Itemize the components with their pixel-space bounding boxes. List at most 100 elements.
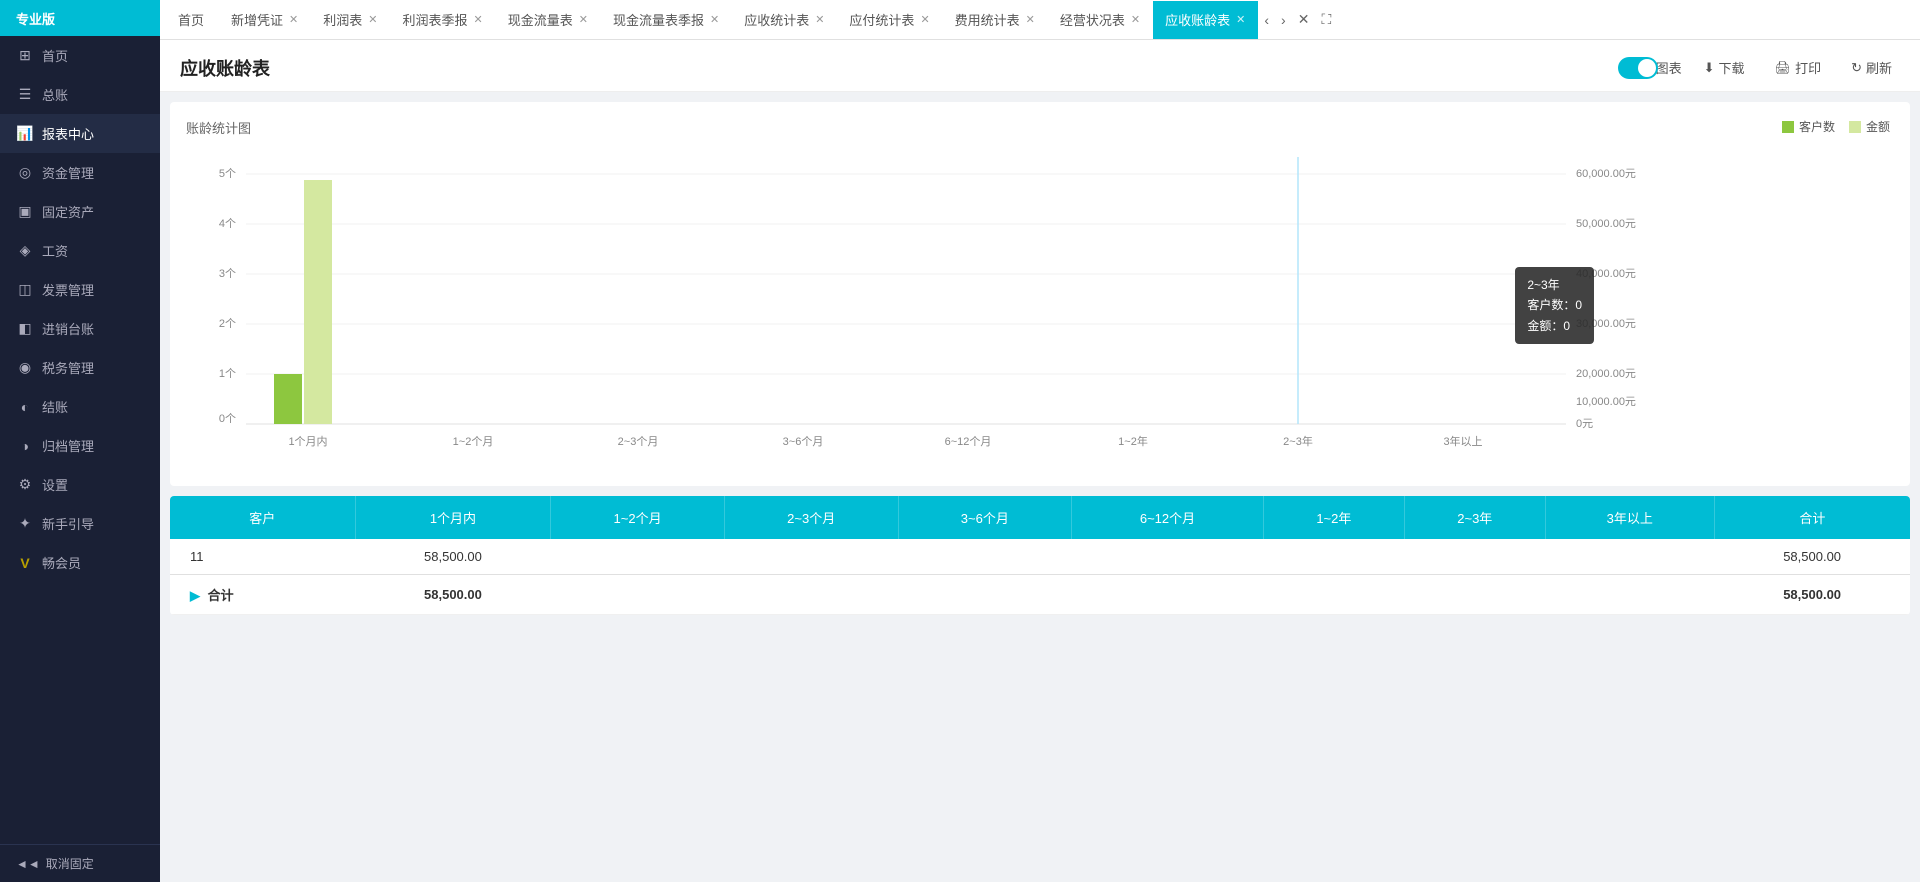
ledger-icon: ☰ [16, 86, 34, 103]
tab-ar-aging[interactable]: 应收账龄表 ✕ [1153, 1, 1258, 39]
close-profit[interactable]: ✕ [368, 13, 377, 26]
table-row: 11 58,500.00 58,500.00 [170, 539, 1910, 575]
print-icon: 🖨 [1775, 60, 1792, 76]
td-total-y1-2 [1263, 575, 1404, 615]
svg-text:1~2个月: 1~2个月 [453, 435, 494, 448]
td-total-total: 58,500.00 [1714, 575, 1910, 615]
th-total: 合计 [1714, 496, 1910, 539]
th-y1-2: 1~2年 [1263, 496, 1404, 539]
print-btn[interactable]: 🖨 打印 [1767, 54, 1830, 81]
tab-close-all-btn[interactable]: ✕ [1292, 11, 1316, 28]
sidebar-item-tax[interactable]: ◉ 税务管理 [0, 348, 160, 387]
sidebar-item-vip[interactable]: V 畅会员 [0, 543, 160, 582]
tab-expand-btn[interactable]: ⛶ [1315, 11, 1337, 28]
svg-text:20,000.00元: 20,000.00元 [1576, 368, 1636, 380]
download-btn[interactable]: ⬇ 下载 [1696, 54, 1753, 81]
home-icon: ⊞ [16, 47, 34, 64]
close-fee-stats[interactable]: ✕ [1026, 13, 1035, 26]
td-total-m3-6 [898, 575, 1072, 615]
th-y3-plus: 3年以上 [1545, 496, 1714, 539]
app-logo: 专业版 [0, 0, 160, 36]
sidebar-item-guide[interactable]: ✦ 新手引导 [0, 504, 160, 543]
close-ar-stats[interactable]: ✕ [815, 13, 824, 26]
close-ar-aging[interactable]: ✕ [1236, 13, 1245, 26]
sidebar-item-closing[interactable]: ◐ 结账 [0, 387, 160, 426]
td-total-label: ▶ 合计 [170, 575, 355, 615]
tab-prev-btn[interactable]: ‹ [1258, 12, 1275, 28]
th-y2-3: 2~3年 [1404, 496, 1545, 539]
th-customer: 客户 [170, 496, 355, 539]
tab-ap-stats[interactable]: 应付统计表 ✕ [837, 1, 942, 39]
chart-toggle[interactable] [1618, 57, 1658, 79]
th-m2-3: 2~3个月 [724, 496, 898, 539]
close-cashflow[interactable]: ✕ [579, 13, 588, 26]
tab-cashflow[interactable]: 现金流量表 ✕ [496, 1, 601, 39]
close-new-voucher[interactable]: ✕ [289, 13, 298, 26]
tab-business-status[interactable]: 经营状况表 ✕ [1048, 1, 1153, 39]
close-cashflow-quarterly[interactable]: ✕ [710, 13, 719, 26]
td-total-m6-12 [1072, 575, 1264, 615]
archive-icon: ◑ [16, 438, 34, 454]
tax-icon: ◉ [16, 359, 34, 376]
legend-customer: 客户数 [1782, 118, 1835, 135]
sidebar-item-assets[interactable]: ▣ 固定资产 [0, 192, 160, 231]
svg-text:6~12个月: 6~12个月 [945, 435, 992, 448]
tab-new-voucher[interactable]: 新增凭证 ✕ [219, 1, 311, 39]
tab-home[interactable]: 首页 [164, 1, 219, 39]
closing-icon: ◐ [16, 399, 34, 415]
close-business-status[interactable]: ✕ [1131, 13, 1140, 26]
svg-text:5个: 5个 [219, 167, 236, 180]
td-total-m2-3 [724, 575, 898, 615]
svg-text:3年以上: 3年以上 [1443, 434, 1482, 448]
chart-title: 账龄统计图 [186, 118, 1894, 137]
table-total-row: ▶ 合计 58,500.00 58,500.00 [170, 575, 1910, 615]
data-table: 客户 1个月内 1~2个月 2~3个月 3~6个月 6~12个月 1~2年 2~… [170, 496, 1910, 615]
legend-amount-dot [1849, 121, 1861, 133]
sidebar-item-funds[interactable]: ◎ 资金管理 [0, 153, 160, 192]
th-m3-6: 3~6个月 [898, 496, 1072, 539]
tab-cashflow-quarterly[interactable]: 现金流量表季报 ✕ [601, 1, 732, 39]
tab-profit[interactable]: 利润表 ✕ [311, 1, 390, 39]
svg-text:40,000.00元: 40,000.00元 [1576, 268, 1636, 280]
sidebar-item-settings[interactable]: ⚙ 设置 [0, 465, 160, 504]
refresh-icon: ↻ [1851, 60, 1862, 76]
td-m2-3 [724, 539, 898, 575]
sidebar-item-archive[interactable]: ◑ 归档管理 [0, 426, 160, 465]
sidebar-collapse-btn[interactable]: ◄◄ 取消固定 [0, 844, 160, 882]
refresh-btn[interactable]: ↻ 刷新 [1843, 54, 1900, 81]
close-profit-quarterly[interactable]: ✕ [474, 13, 483, 26]
svg-text:0个: 0个 [219, 412, 236, 425]
svg-text:2~3年: 2~3年 [1283, 434, 1313, 448]
tab-bar: 首页 新增凭证 ✕ 利润表 ✕ 利润表季报 ✕ 现金流量表 ✕ 现金流量表季报 … [160, 0, 1920, 40]
sidebar-item-reports[interactable]: 📊 报表中心 [0, 114, 160, 153]
svg-text:2~3个月: 2~3个月 [618, 435, 659, 448]
td-y2-3 [1404, 539, 1545, 575]
tab-ar-stats[interactable]: 应收统计表 ✕ [732, 1, 837, 39]
sidebar-item-salary[interactable]: ◈ 工资 [0, 231, 160, 270]
sidebar-item-ledger[interactable]: ☰ 总账 [0, 75, 160, 114]
tab-profit-quarterly[interactable]: 利润表季报 ✕ [390, 1, 495, 39]
td-m6-12 [1072, 539, 1264, 575]
chart-legend: 客户数 金额 [1782, 118, 1890, 135]
svg-text:3~6个月: 3~6个月 [783, 435, 824, 448]
td-total-y3-plus [1545, 575, 1714, 615]
table-header-row: 客户 1个月内 1~2个月 2~3个月 3~6个月 6~12个月 1~2年 2~… [170, 496, 1910, 539]
sidebar-item-invoice[interactable]: ◫ 发票管理 [0, 270, 160, 309]
td-m3-6 [898, 539, 1072, 575]
sidebar-item-stock[interactable]: ◧ 进销台账 [0, 309, 160, 348]
page-title: 应收账龄表 [180, 55, 270, 81]
chart-svg: 5个 4个 3个 2个 1个 0个 60,000.00元 50,000.00元 … [186, 147, 1894, 467]
close-ap-stats[interactable]: ✕ [920, 13, 929, 26]
svg-text:30,000.00元: 30,000.00元 [1576, 318, 1636, 330]
td-y3-plus [1545, 539, 1714, 575]
assets-icon: ▣ [16, 203, 34, 220]
th-m1: 1个月内 [355, 496, 551, 539]
stock-icon: ◧ [16, 320, 34, 337]
svg-text:1个月内: 1个月内 [288, 434, 327, 448]
sidebar-item-home[interactable]: ⊞ 首页 [0, 36, 160, 75]
tab-next-btn[interactable]: › [1275, 12, 1292, 28]
invoice-icon: ◫ [16, 281, 34, 298]
tab-fee-stats[interactable]: 费用统计表 ✕ [943, 1, 1048, 39]
svg-text:10,000.00元: 10,000.00元 [1576, 396, 1636, 408]
vip-icon: V [16, 555, 34, 571]
